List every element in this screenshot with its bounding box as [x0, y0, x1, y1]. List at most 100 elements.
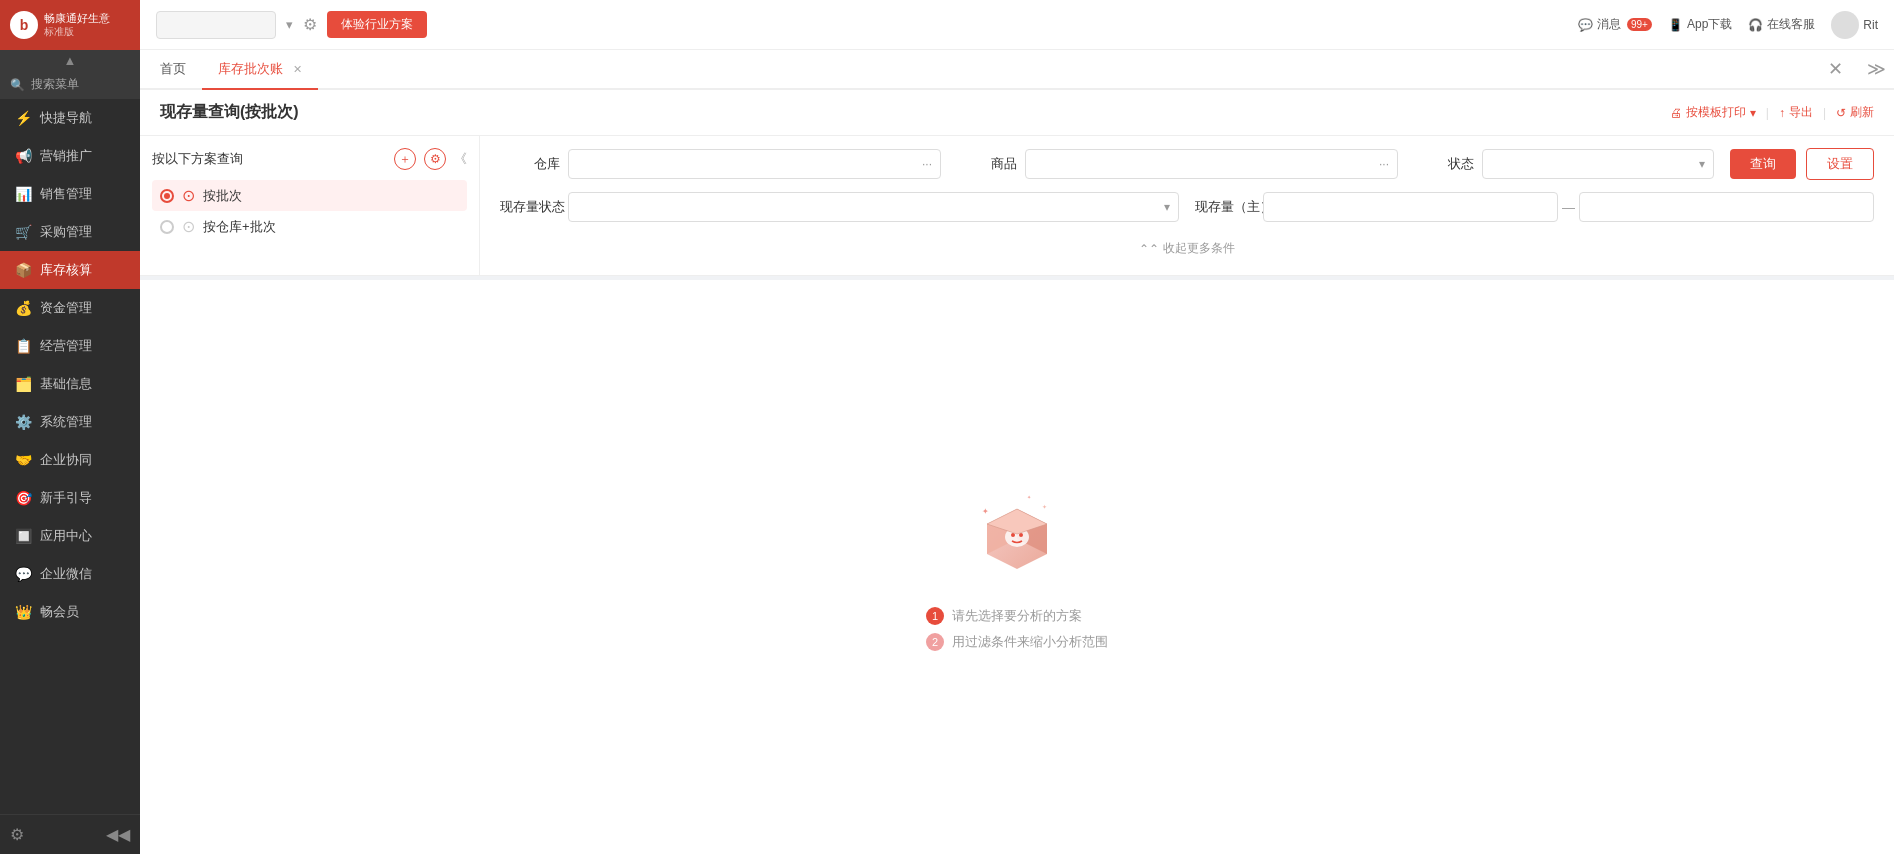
content: 现存量查询(按批次) 🖨 按模板打印 ▾ | ↑ 导出 | ↺ 刷新: [140, 90, 1894, 854]
scheme-item-warehouse-batch[interactable]: ⊙ 按仓库+批次: [152, 211, 467, 242]
finance-icon: 💰: [14, 299, 32, 317]
step-1-label: 请先选择要分析的方案: [952, 603, 1082, 629]
quick-nav-icon: ⚡: [14, 109, 32, 127]
inv-qty-max[interactable]: [1579, 192, 1874, 222]
app-download-action[interactable]: 📱 App下载: [1668, 16, 1732, 33]
sidebar-item-ops[interactable]: 📋 经营管理: [0, 327, 140, 365]
filter-scheme-header: 按以下方案查询 ＋ ⚙ 《: [152, 148, 467, 170]
svg-text:✦: ✦: [1027, 494, 1031, 500]
message-label: 消息: [1597, 16, 1621, 33]
export-action[interactable]: ↑ 导出: [1779, 104, 1813, 121]
status-select[interactable]: ▾: [1482, 149, 1714, 179]
purchase-icon: 🛒: [14, 223, 32, 241]
scheme-item-batch[interactable]: ⊙ 按批次: [152, 180, 467, 211]
message-icon: 💬: [1578, 18, 1593, 32]
trial-btn[interactable]: 体验行业方案: [327, 11, 427, 38]
sidebar-item-guide[interactable]: 🎯 新手引导: [0, 479, 140, 517]
sales-icon: 📊: [14, 185, 32, 203]
edition-label: 标准版: [44, 25, 110, 39]
empty-illustration: ✦ ✦ ✦: [967, 479, 1067, 579]
scroll-up-btn[interactable]: ▲: [0, 50, 140, 70]
username-label: Rit: [1863, 18, 1878, 32]
app-logo: b: [10, 11, 38, 39]
range-dash: —: [1562, 200, 1575, 215]
sidebar-item-purchase[interactable]: 🛒 采购管理: [0, 213, 140, 251]
sidebar-item-app-center[interactable]: 🔲 应用中心: [0, 517, 140, 555]
avatar: [1831, 11, 1859, 39]
query-btn[interactable]: 查询: [1730, 149, 1796, 179]
guide-icon: 🎯: [14, 489, 32, 507]
inv-qty-label: 现存量（主）: [1195, 198, 1255, 216]
app-download-icon: 📱: [1668, 18, 1683, 32]
manage-scheme-btn[interactable]: ⚙: [424, 148, 446, 170]
topbar-gear-icon[interactable]: ⚙: [303, 15, 317, 34]
sidebar-item-basic[interactable]: 🗂️ 基础信息: [0, 365, 140, 403]
sidebar-nav: ⚡ 快捷导航 📢 营销推广 📊 销售管理 🛒 采购管理 📦 库存核算 💰 资金管…: [0, 99, 140, 814]
online-service-label: 在线客服: [1767, 16, 1815, 33]
inv-status-label: 现存量状态: [500, 198, 560, 216]
status-field: 状态 ▾: [1414, 149, 1714, 179]
inv-qty-min[interactable]: [1263, 192, 1558, 222]
scheme-wb-label: 按仓库+批次: [203, 218, 276, 236]
print-action[interactable]: 🖨 按模板打印 ▾: [1670, 104, 1756, 121]
app-center-icon: 🔲: [14, 527, 32, 545]
collapse-more-btn[interactable]: ⌃⌃ 收起更多条件: [500, 234, 1874, 263]
inv-status-select[interactable]: ▾: [568, 192, 1179, 222]
nav-label: 新手引导: [40, 489, 92, 507]
scheme-batch-label: 按批次: [203, 187, 242, 205]
step-2-num: 2: [926, 633, 944, 651]
warehouse-field: 仓库 ···: [500, 149, 941, 179]
topbar-chevron-icon[interactable]: ▾: [286, 17, 293, 32]
goods-input[interactable]: ···: [1025, 149, 1398, 179]
inv-qty-range: —: [1263, 192, 1874, 222]
collapse-sidebar-icon[interactable]: ◀◀: [106, 825, 130, 844]
collapse-scheme-icon[interactable]: 《: [454, 150, 467, 168]
sidebar-item-system[interactable]: ⚙️ 系统管理: [0, 403, 140, 441]
printer-icon: 🖨: [1670, 106, 1682, 120]
svg-text:✦: ✦: [982, 507, 989, 516]
print-label: 按模板打印: [1686, 104, 1746, 121]
step-1-num: 1: [926, 607, 944, 625]
print-chevron-icon: ▾: [1750, 106, 1756, 120]
export-icon: ↑: [1779, 106, 1785, 120]
online-service-action[interactable]: 🎧 在线客服: [1748, 16, 1815, 33]
goods-label: 商品: [957, 155, 1017, 173]
warehouse-input[interactable]: ···: [568, 149, 941, 179]
nav-label: 系统管理: [40, 413, 92, 431]
sidebar-item-member[interactable]: 👑 畅会员: [0, 593, 140, 631]
svg-point-4: [1011, 533, 1015, 537]
step-1: 1 请先选择要分析的方案: [926, 603, 1108, 629]
user-profile[interactable]: Rit: [1831, 11, 1878, 39]
sidebar-item-inventory[interactable]: 📦 库存核算: [0, 251, 140, 289]
expand-panel-btn[interactable]: ≫: [1859, 58, 1894, 80]
close-panel-btn[interactable]: ✕: [1812, 58, 1859, 80]
sidebar-item-quick-nav[interactable]: ⚡ 快捷导航: [0, 99, 140, 137]
sidebar-item-wechat[interactable]: 💬 企业微信: [0, 555, 140, 593]
settings-icon[interactable]: ⚙: [10, 825, 24, 844]
tab-inventory-batch[interactable]: 库存批次账 ✕: [202, 50, 318, 90]
sidebar-item-marketing[interactable]: 📢 营销推广: [0, 137, 140, 175]
refresh-label: 刷新: [1850, 104, 1874, 121]
tab-home[interactable]: 首页: [144, 50, 202, 90]
sidebar-item-sales[interactable]: 📊 销售管理: [0, 175, 140, 213]
step-2: 2 用过滤条件来缩小分析范围: [926, 629, 1108, 655]
nav-label: 经营管理: [40, 337, 92, 355]
sidebar-item-enterprise[interactable]: 🤝 企业协同: [0, 441, 140, 479]
sidebar-search[interactable]: 🔍 搜索菜单: [0, 70, 140, 99]
collapse-label: 收起更多条件: [1163, 240, 1235, 257]
add-scheme-btn[interactable]: ＋: [394, 148, 416, 170]
empty-steps: 1 请先选择要分析的方案 2 用过滤条件来缩小分析范围: [926, 603, 1108, 655]
nav-label: 营销推广: [40, 147, 92, 165]
topbar-search-input[interactable]: [156, 11, 276, 39]
nav-label: 企业微信: [40, 565, 92, 583]
tab-close-icon[interactable]: ✕: [293, 63, 302, 75]
message-action[interactable]: 💬 消息 99+: [1578, 16, 1652, 33]
refresh-action[interactable]: ↺ 刷新: [1836, 104, 1874, 121]
sidebar-item-finance[interactable]: 💰 资金管理: [0, 289, 140, 327]
setting-btn[interactable]: 设置: [1806, 148, 1874, 180]
nav-label: 畅会员: [40, 603, 79, 621]
status-label: 状态: [1414, 155, 1474, 173]
filter-row-2: 现存量状态 ▾ 现存量（主） —: [500, 192, 1874, 222]
ops-icon: 📋: [14, 337, 32, 355]
sidebar: b 畅康通好生意 标准版 ▲ 🔍 搜索菜单 ⚡ 快捷导航 📢 营销推广 📊 销售…: [0, 0, 140, 854]
